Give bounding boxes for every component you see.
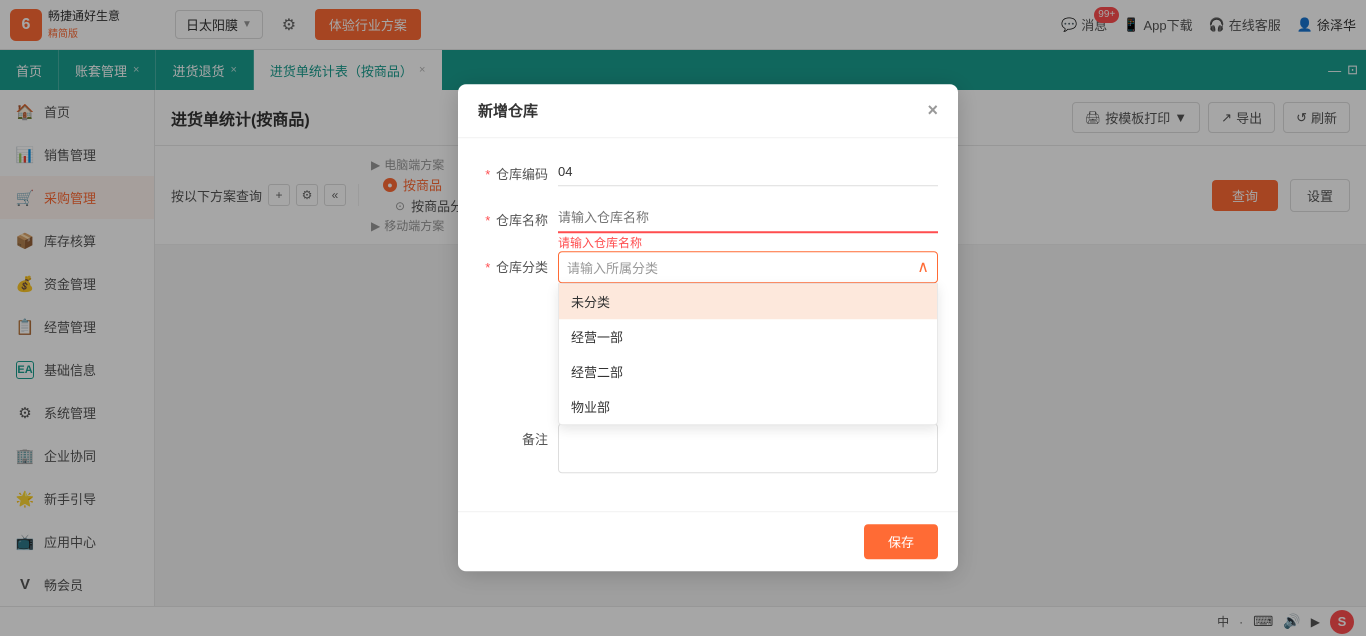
option-dept1[interactable]: 经营一部 (559, 319, 937, 354)
category-placeholder: 请输入所属分类 (567, 258, 917, 277)
add-warehouse-modal: 新增仓库 × * 仓库编码 * 仓库名称 请输入仓库名称 * (458, 84, 958, 571)
name-label: * 仓库名称 (478, 204, 558, 229)
name-field-row: * 仓库名称 请输入仓库名称 (478, 204, 938, 233)
modal-header: 新增仓库 × (458, 84, 958, 138)
code-field-row: * 仓库编码 (478, 158, 938, 186)
modal-body: * 仓库编码 * 仓库名称 请输入仓库名称 * 仓库分类 请输 (458, 138, 958, 511)
code-input[interactable] (558, 158, 938, 186)
category-label: * 仓库分类 (478, 251, 558, 276)
note-input[interactable] (558, 423, 938, 473)
chevron-up-icon: ∧ (917, 257, 929, 277)
modal-footer: 保存 (458, 511, 958, 571)
code-label: * 仓库编码 (478, 158, 558, 183)
modal-title: 新增仓库 (478, 100, 538, 121)
category-field-wrapper: 请输入所属分类 ∧ 未分类 经营一部 经营二部 物业部 (558, 251, 938, 283)
save-button[interactable]: 保存 (864, 524, 938, 559)
option-property[interactable]: 物业部 (559, 389, 937, 424)
category-field-row: * 仓库分类 请输入所属分类 ∧ 未分类 经营一部 经营二部 物业部 (478, 251, 938, 283)
option-uncategorized[interactable]: 未分类 (559, 284, 937, 319)
option-dept2[interactable]: 经营二部 (559, 354, 937, 389)
category-select-display[interactable]: 请输入所属分类 ∧ (558, 251, 938, 283)
modal-close-button[interactable]: × (927, 100, 938, 121)
note-label: 备注 (478, 423, 558, 448)
category-dropdown: 未分类 经营一部 经营二部 物业部 (558, 283, 938, 425)
note-field-row: 备注 (478, 423, 938, 473)
name-error-message: 请输入仓库名称 (558, 234, 642, 251)
name-field-wrapper: 请输入仓库名称 (558, 204, 938, 233)
name-input[interactable] (558, 204, 938, 233)
